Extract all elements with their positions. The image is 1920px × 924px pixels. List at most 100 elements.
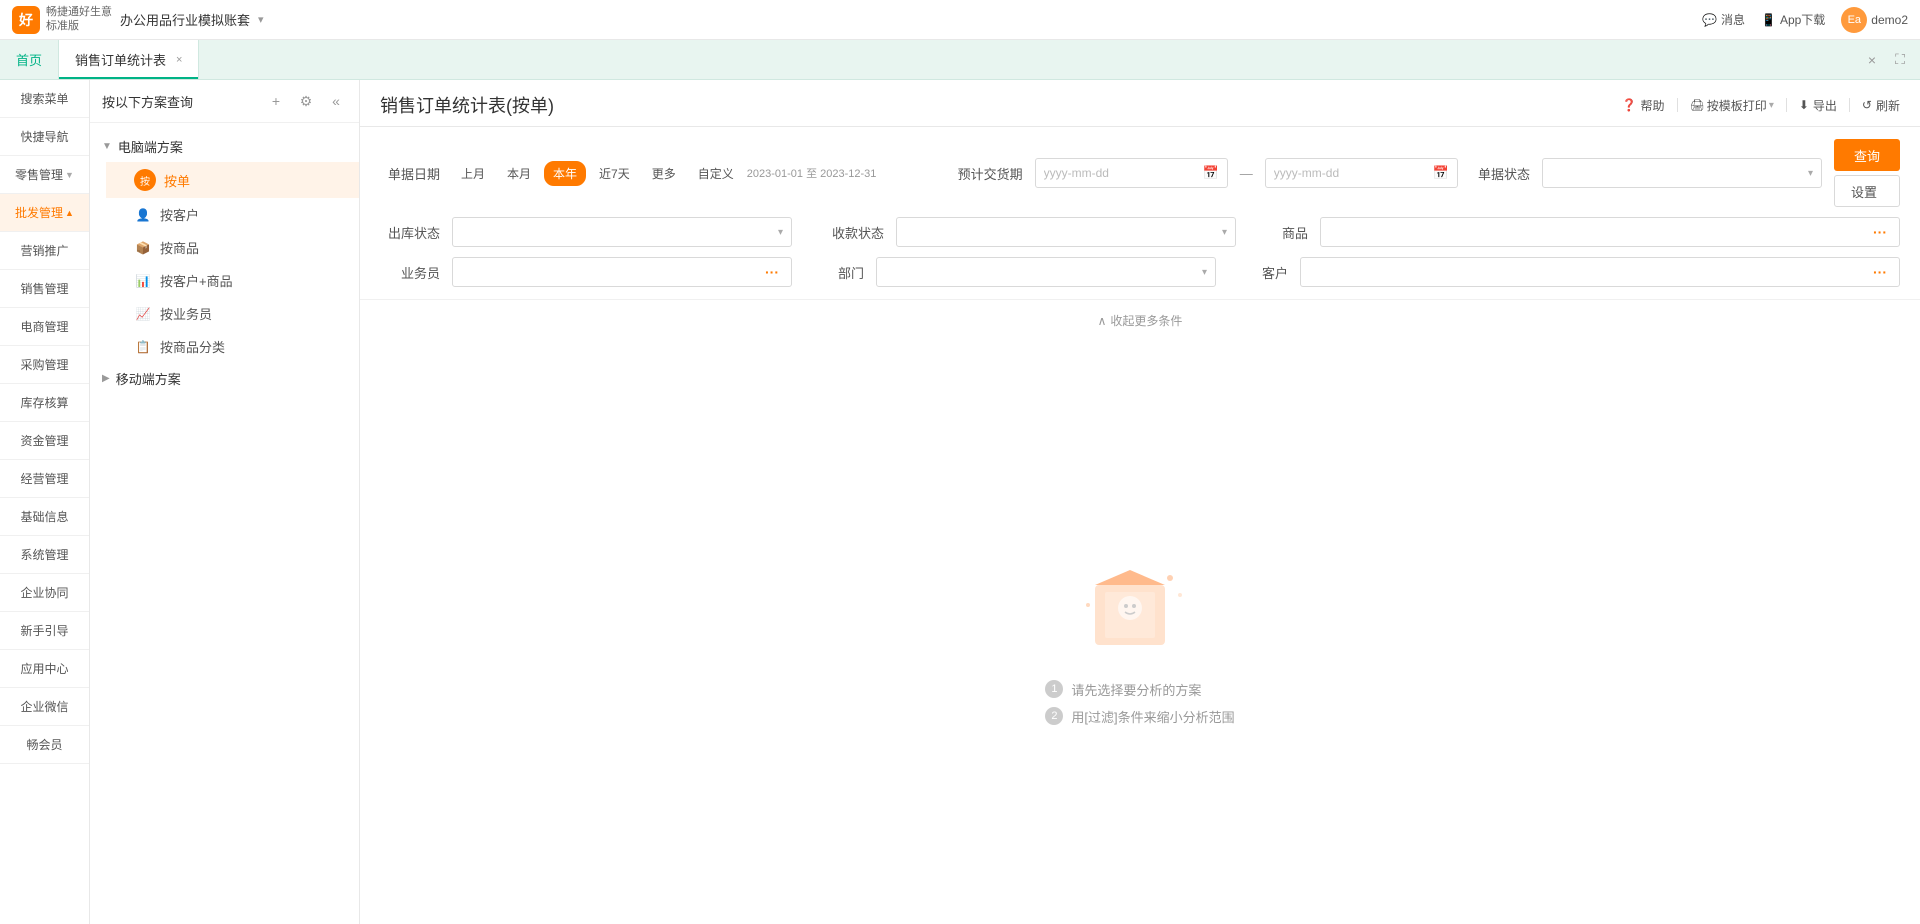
by-customer-icon: 👤	[134, 206, 152, 224]
tab-close-icon[interactable]: ×	[176, 54, 182, 66]
date-btn-custom[interactable]: 自定义	[689, 161, 743, 186]
sidebar-item-finance[interactable]: 资金管理	[0, 422, 89, 460]
add-scheme-btn[interactable]: +	[265, 90, 287, 112]
app-center-label: 应用中心	[4, 660, 85, 677]
customer-more-icon[interactable]: ···	[1869, 264, 1891, 280]
sidebar-item-ecommerce[interactable]: 电商管理	[0, 308, 89, 346]
divider-1	[1677, 98, 1678, 112]
query-btn-group: 查询 设置	[1834, 139, 1900, 207]
sidebar-item-sales[interactable]: 销售管理	[0, 270, 89, 308]
panel-item-by-product[interactable]: 📦 按商品	[106, 231, 359, 264]
refresh-btn[interactable]: ↺ 刷新	[1862, 97, 1900, 114]
settings-btn[interactable]: 设置	[1834, 175, 1900, 207]
sidebar-item-operations[interactable]: 经营管理	[0, 460, 89, 498]
empty-hint-1: 1 请先选择要分析的方案	[1045, 680, 1234, 699]
collapse-btn[interactable]: ∧ 收起更多条件	[1086, 308, 1195, 333]
sidebar-item-member[interactable]: 畅会员	[0, 726, 89, 764]
sidebar-item-app-center[interactable]: 应用中心	[0, 650, 89, 688]
export-label: 导出	[1813, 97, 1837, 114]
collection-status-label: 收款状态	[824, 223, 884, 242]
delivery-status-select[interactable]: ▾	[452, 217, 792, 247]
page-header-actions: ❓ 帮助 🖨 按模板打印 ▾ ⬇ 导出	[1622, 97, 1900, 114]
help-btn[interactable]: ❓ 帮助	[1622, 97, 1665, 114]
expected-delivery-start[interactable]: 📅	[1035, 158, 1228, 188]
panel-section-mobile-label: 移动端方案	[116, 369, 181, 388]
date-btn-more[interactable]: 更多	[643, 161, 685, 186]
calendar-start-icon[interactable]: 📅	[1203, 165, 1219, 181]
panel-section-pc-toggle-icon: ▼	[102, 141, 112, 152]
panel-item-by-order[interactable]: 按 按单	[106, 162, 359, 198]
panel-item-by-salesperson[interactable]: 📈 按业务员	[106, 297, 359, 330]
empty-hints: 1 请先选择要分析的方案 2 用[过滤]条件来缩小分析范围	[1045, 680, 1234, 726]
expected-delivery-end-input[interactable]	[1274, 166, 1429, 180]
date-btn-this-month[interactable]: 本月	[498, 161, 540, 186]
inventory-label: 库存核算	[4, 394, 85, 411]
empty-hint-2: 2 用[过滤]条件来缩小分析范围	[1045, 707, 1234, 726]
sidebar-item-marketing[interactable]: 营销推广	[0, 232, 89, 270]
left-panel-header: 按以下方案查询 + ⚙ «	[90, 80, 359, 123]
hint-num-1: 1	[1045, 680, 1063, 698]
date-btn-last-7days[interactable]: 近7天	[590, 161, 639, 186]
tab-sales-order-stats[interactable]: 销售订单统计表 ×	[59, 40, 199, 79]
export-btn[interactable]: ⬇ 导出	[1799, 97, 1837, 114]
panel-section-pc: ▼ 电脑端方案 按 按单 👤 按客户 📦	[90, 131, 359, 363]
template-print-dropdown-icon[interactable]: ▾	[1769, 100, 1774, 111]
help-icon: ❓	[1622, 98, 1637, 112]
message-btn[interactable]: 💬 消息	[1702, 11, 1745, 28]
collection-status-select[interactable]: ▾	[896, 217, 1236, 247]
customer-select[interactable]: ···	[1300, 257, 1900, 287]
calendar-end-icon[interactable]: 📅	[1433, 165, 1449, 181]
sidebar-item-system[interactable]: 系统管理	[0, 536, 89, 574]
divider-2	[1786, 98, 1787, 112]
sidebar-item-enterprise[interactable]: 企业协同	[0, 574, 89, 612]
sidebar-item-newbie[interactable]: 新手引导	[0, 612, 89, 650]
query-btn[interactable]: 查询	[1834, 139, 1900, 171]
tab-home[interactable]: 首页	[0, 40, 59, 79]
delivery-status-label: 出库状态	[380, 223, 440, 242]
date-btn-this-year[interactable]: 本年	[544, 161, 586, 186]
sidebar-item-purchase[interactable]: 采购管理	[0, 346, 89, 384]
panel-item-by-category[interactable]: 📋 按商品分类	[106, 330, 359, 363]
panel-section-mobile-header[interactable]: ▶ 移动端方案	[90, 363, 359, 394]
app-download-btn[interactable]: 📱 App下载	[1761, 11, 1825, 28]
enterprise-label: 企业协同	[4, 584, 85, 601]
topbar-dropdown-icon[interactable]: ▾	[258, 13, 264, 26]
logo-text: 畅捷通好生意 标准版	[46, 6, 112, 32]
product-label: 商品	[1268, 223, 1308, 242]
product-more-icon[interactable]: ···	[1869, 224, 1891, 240]
filter-section: 单据日期 上月 本月 本年 近7天 更多 自定义 2023-01-01 至 20…	[360, 127, 1920, 341]
expected-delivery-end[interactable]: 📅	[1265, 158, 1458, 188]
product-select[interactable]: ···	[1320, 217, 1900, 247]
salesperson-select[interactable]: ···	[452, 257, 792, 287]
template-print-label: 按模板打印	[1707, 97, 1767, 114]
operations-label: 经营管理	[4, 470, 85, 487]
filter-row-3: 业务员 ··· 部门 ▾ 客户 ···	[380, 257, 1900, 287]
expected-delivery-start-input[interactable]	[1044, 166, 1199, 180]
sidebar-item-wholesale[interactable]: 批发管理 ▲	[0, 194, 89, 232]
finance-label: 资金管理	[4, 432, 85, 449]
by-product-icon: 📦	[134, 239, 152, 257]
date-btn-last-month[interactable]: 上月	[452, 161, 494, 186]
doc-status-select[interactable]: ▾	[1542, 158, 1822, 188]
tab-minimize-btn[interactable]: ×	[1860, 48, 1884, 72]
user-area[interactable]: Ea demo2	[1841, 7, 1908, 33]
sidebar-item-basics[interactable]: 基础信息	[0, 498, 89, 536]
department-select[interactable]: ▾	[876, 257, 1216, 287]
sidebar-item-enterprise-wechat[interactable]: 企业微信	[0, 688, 89, 726]
panel-item-by-customer[interactable]: 👤 按客户	[106, 198, 359, 231]
topbar-right: 💬 消息 📱 App下载 Ea demo2	[1702, 7, 1908, 33]
sidebar-item-retail[interactable]: 零售管理 ▼	[0, 156, 89, 194]
by-category-icon: 📋	[134, 338, 152, 356]
sidebar-item-search-menu[interactable]: 搜索菜单	[0, 80, 89, 118]
sidebar-item-inventory[interactable]: 库存核算	[0, 384, 89, 422]
date-label: 单据日期	[380, 164, 440, 183]
panel-item-by-cust-prod[interactable]: 📊 按客户+商品	[106, 264, 359, 297]
panel-collapse-btn[interactable]: «	[325, 90, 347, 112]
panel-section-pc-header[interactable]: ▼ 电脑端方案	[90, 131, 359, 162]
salesperson-more-icon[interactable]: ···	[761, 264, 783, 280]
topbar-left: 好 畅捷通好生意 标准版 办公用品行业模拟账套 ▾	[12, 6, 264, 34]
tab-maximize-btn[interactable]: ⛶	[1888, 48, 1912, 72]
scheme-settings-btn[interactable]: ⚙	[295, 90, 317, 112]
sidebar-item-quick-nav[interactable]: 快捷导航	[0, 118, 89, 156]
template-print-btn[interactable]: 🖨 按模板打印 ▾	[1690, 97, 1774, 114]
